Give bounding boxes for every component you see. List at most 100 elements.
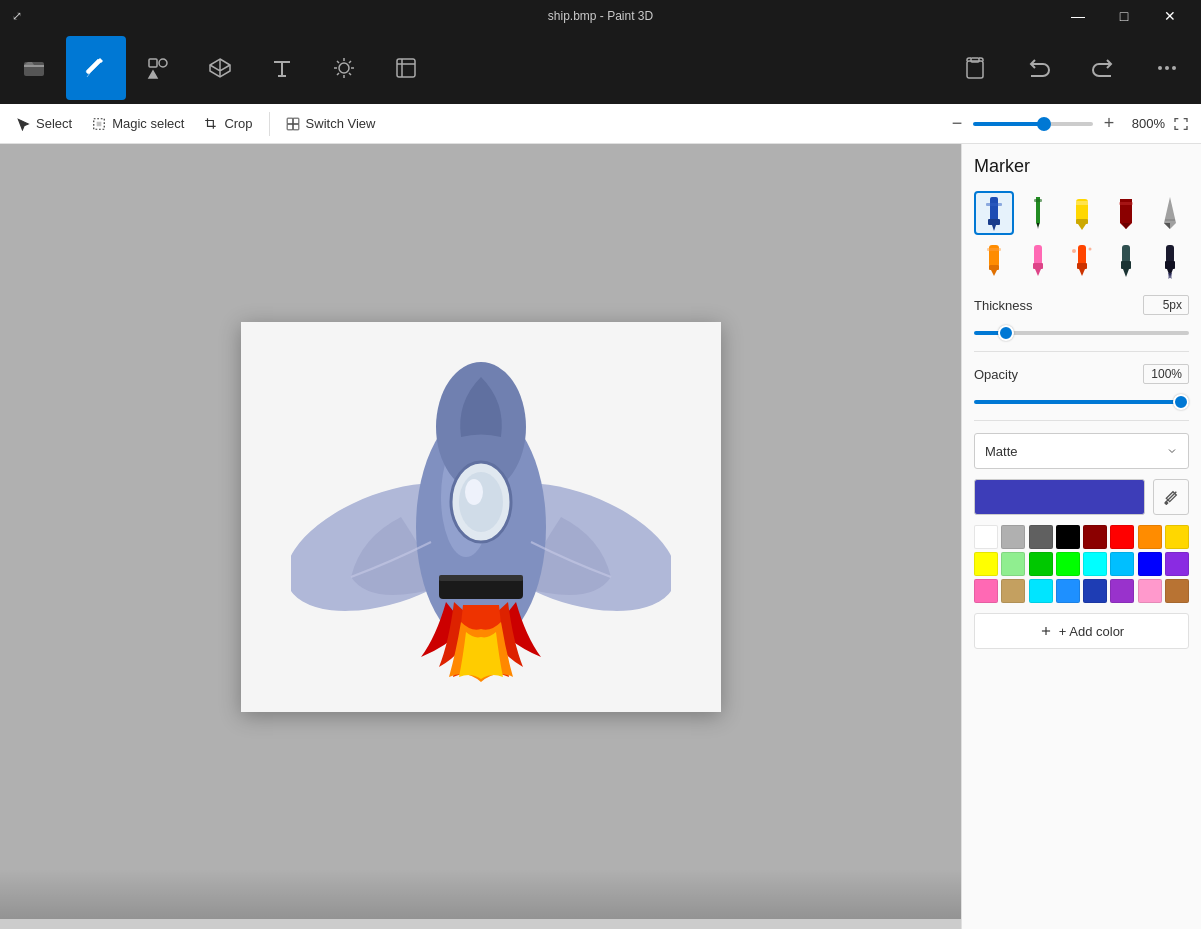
chevron-down-icon	[1166, 445, 1178, 457]
svg-rect-7	[967, 61, 983, 78]
maximize-button[interactable]: □	[1101, 0, 1147, 32]
svg-rect-41	[1077, 263, 1087, 269]
color-cell[interactable]	[1165, 579, 1189, 603]
color-cell[interactable]	[1001, 525, 1025, 549]
color-cell[interactable]	[1138, 552, 1162, 576]
svg-rect-45	[1121, 261, 1131, 269]
color-cell[interactable]	[1056, 525, 1080, 549]
svg-rect-44	[1122, 245, 1130, 263]
fit-button[interactable]	[1169, 112, 1193, 136]
toolbar-open-file[interactable]	[4, 36, 64, 100]
brush-dark[interactable]	[1106, 239, 1146, 283]
color-cell[interactable]	[974, 525, 998, 549]
brush-highlighter[interactable]	[1062, 191, 1102, 235]
redo-icon	[1091, 56, 1115, 80]
color-cell[interactable]	[974, 552, 998, 576]
current-color-swatch[interactable]	[974, 479, 1145, 515]
thickness-section: Thickness 5px	[974, 295, 1189, 339]
svg-rect-29	[1034, 199, 1042, 202]
svg-marker-3	[149, 71, 157, 78]
paste-icon	[963, 56, 987, 80]
svg-point-43	[1089, 248, 1092, 251]
color-cell[interactable]	[1110, 579, 1134, 603]
window-title: ship.bmp - Paint 3D	[548, 9, 653, 23]
toolbar-more[interactable]	[1137, 36, 1197, 100]
matte-dropdown[interactable]: Matte	[974, 433, 1189, 469]
zoom-in-button[interactable]: +	[1097, 112, 1121, 136]
toolbar-text[interactable]	[252, 36, 312, 100]
toolbar-undo[interactable]	[1009, 36, 1069, 100]
toolbar-divider	[269, 112, 270, 136]
canvas-icon	[394, 56, 418, 80]
canvas-surface	[241, 322, 721, 712]
zoom-out-button[interactable]: −	[945, 112, 969, 136]
brush-grid	[974, 191, 1189, 283]
opacity-value: 100%	[1143, 364, 1189, 384]
color-cell[interactable]	[1165, 525, 1189, 549]
brush-calligraphy[interactable]	[974, 191, 1014, 235]
toolbar-brushes[interactable]	[66, 36, 126, 100]
brush-pen[interactable]	[1018, 191, 1058, 235]
color-cell[interactable]	[1001, 579, 1025, 603]
eyedropper-button[interactable]	[1153, 479, 1189, 515]
toolbar-redo[interactable]	[1073, 36, 1133, 100]
calligraphy-icon	[980, 195, 1008, 231]
toolbar-canvas[interactable]	[376, 36, 436, 100]
color-cell[interactable]	[1083, 525, 1107, 549]
color-cell[interactable]	[1083, 579, 1107, 603]
pencil-icon	[1156, 195, 1184, 231]
canvas-area[interactable]	[0, 144, 961, 929]
rocket-container	[241, 322, 721, 712]
svg-rect-47	[1165, 261, 1175, 269]
svg-point-8	[1158, 66, 1162, 70]
select-button[interactable]: Select	[8, 108, 80, 140]
switch-view-button[interactable]: Switch View	[278, 108, 384, 140]
color-cell[interactable]	[1138, 525, 1162, 549]
svg-rect-25	[439, 575, 523, 581]
color-cell[interactable]	[1083, 552, 1107, 576]
toolbar-effects[interactable]	[314, 36, 374, 100]
brush-spray[interactable]	[1062, 239, 1102, 283]
magic-select-button[interactable]: Magic select	[84, 108, 192, 140]
color-cell[interactable]	[1056, 552, 1080, 576]
add-color-button[interactable]: + Add color	[974, 613, 1189, 649]
crop-button[interactable]: Crop	[196, 108, 260, 140]
svg-rect-39	[1033, 263, 1043, 269]
brush-pencil[interactable]	[1150, 191, 1190, 235]
svg-rect-46	[1166, 245, 1174, 263]
zoom-slider[interactable]	[973, 122, 1093, 126]
brush-wet[interactable]	[1150, 239, 1190, 283]
svg-rect-12	[287, 118, 293, 124]
color-cell[interactable]	[1029, 525, 1053, 549]
opacity-slider[interactable]	[974, 400, 1189, 404]
color-cell[interactable]	[974, 579, 998, 603]
color-cell[interactable]	[1165, 552, 1189, 576]
color-cell[interactable]	[1138, 579, 1162, 603]
toolbar-shapes-2d[interactable]	[128, 36, 188, 100]
color-cell[interactable]	[1029, 552, 1053, 576]
brush-calligraphy2[interactable]	[1106, 191, 1146, 235]
svg-point-42	[1072, 249, 1076, 253]
thickness-slider[interactable]	[974, 331, 1189, 335]
switch-view-icon	[286, 117, 300, 131]
svg-rect-38	[1034, 245, 1042, 265]
scrollbar-bottom[interactable]	[0, 919, 961, 929]
brush-crayon[interactable]	[974, 239, 1014, 283]
toolbar-paste[interactable]	[945, 36, 1005, 100]
color-cell[interactable]	[1001, 552, 1025, 576]
zoom-controls: − + 800%	[945, 112, 1193, 136]
close-button[interactable]: ✕	[1147, 0, 1193, 32]
minimize-button[interactable]: —	[1055, 0, 1101, 32]
color-cell[interactable]	[1110, 525, 1134, 549]
svg-rect-33	[1119, 202, 1133, 205]
pen-icon	[1024, 195, 1052, 231]
svg-rect-26	[990, 197, 998, 221]
undo-icon	[1027, 56, 1051, 80]
color-cell[interactable]	[1110, 552, 1134, 576]
dark-brush-icon	[1112, 243, 1140, 279]
color-cell[interactable]	[1056, 579, 1080, 603]
brush-oil[interactable]	[1018, 239, 1058, 283]
color-cell[interactable]	[1029, 579, 1053, 603]
toolbar-shapes-3d[interactable]	[190, 36, 250, 100]
shapes-3d-icon	[208, 56, 232, 80]
